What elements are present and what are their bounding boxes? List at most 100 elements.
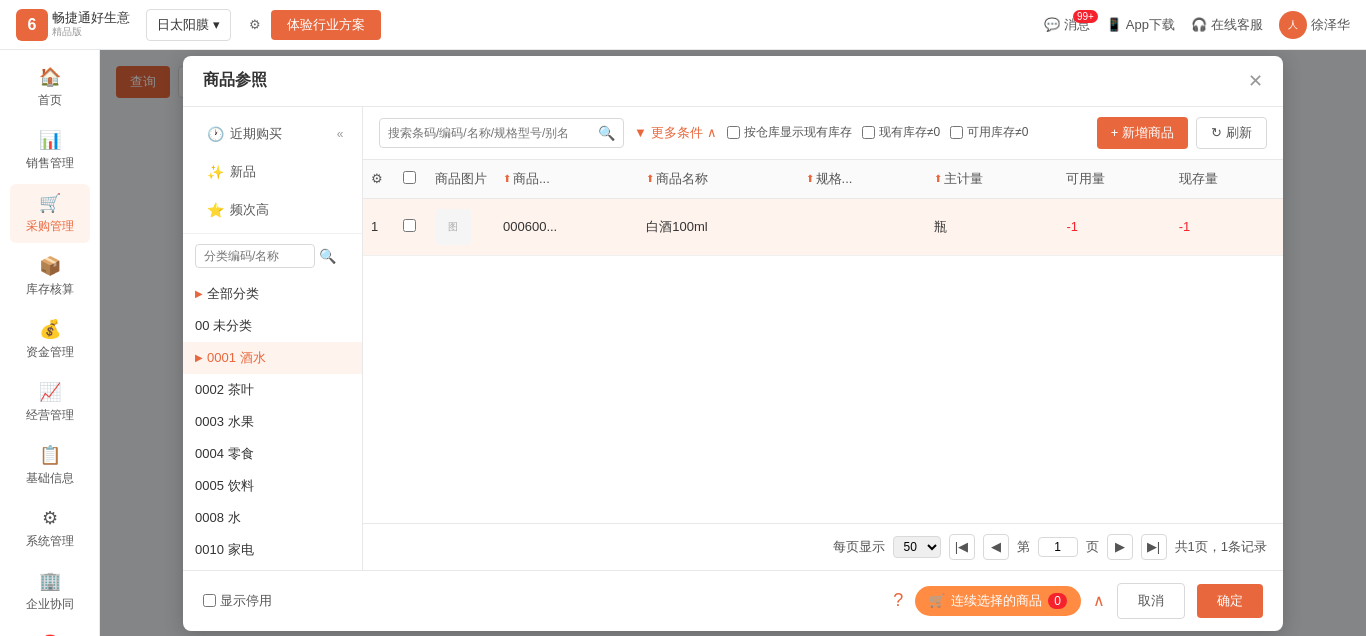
cat-item-0004[interactable]: 0004 零食 [183, 438, 362, 470]
check-nonzero-inventory[interactable]: 现有库存≠0 [862, 124, 940, 141]
experience-btn[interactable]: 体验行业方案 [271, 10, 381, 40]
left-panel: 🕐 近期购买 « ✨ 新品 ⭐ 频次高 [183, 107, 363, 570]
toolbar-right: + 新增商品 ↻ 刷新 [1097, 117, 1267, 149]
cat-item-0003[interactable]: 0003 水果 [183, 406, 362, 438]
product-table: ⚙ 商品图片 [363, 160, 1283, 256]
quick-new[interactable]: ✨ 新品 [195, 157, 350, 187]
sidebar-label-enterprise: 企业协同 [26, 596, 74, 613]
category-list: ▶ 全部分类 00 未分类 ▶ 0001 酒水 0002 茶 [183, 274, 362, 570]
sort-icon: ⬆ [503, 173, 511, 184]
show-disabled-label[interactable]: 显示停用 [203, 592, 272, 610]
cancel-btn[interactable]: 取消 [1117, 583, 1185, 619]
sidebar-item-sales[interactable]: 📊 销售管理 [10, 121, 90, 180]
quick-frequent[interactable]: ⭐ 频次高 [195, 195, 350, 225]
row-available: -1 [1058, 198, 1170, 255]
settings-icon[interactable]: ⚙ [239, 9, 271, 41]
gear-icon[interactable]: ⚙ [371, 171, 383, 186]
table-toolbar: 🔍 ▼ 更多条件 ∧ 按仓库显示现有库存 [363, 107, 1283, 160]
sidebar-item-home[interactable]: 🏠 首页 [10, 58, 90, 117]
sidebar-item-operations[interactable]: 📈 经营管理 [10, 373, 90, 432]
modal-title: 商品参照 [203, 70, 267, 91]
check-show-inventory[interactable]: 按仓库显示现有库存 [727, 124, 852, 141]
cat-item-0001[interactable]: ▶ 0001 酒水 [183, 342, 362, 374]
per-page-select[interactable]: 50 [893, 536, 941, 558]
add-product-btn[interactable]: + 新增商品 [1097, 117, 1188, 149]
sidebar-label-basic-info: 基础信息 [26, 470, 74, 487]
modal-overlay: 商品参照 ✕ 🕐 近期购买 « [100, 50, 1366, 636]
confirm-btn[interactable]: 确定 [1197, 584, 1263, 618]
cat-item-0005[interactable]: 0005 饮料 [183, 470, 362, 502]
sidebar-item-finance[interactable]: 💰 资金管理 [10, 310, 90, 369]
purchase-icon: 🛒 [39, 192, 61, 214]
product-search-input[interactable] [380, 126, 590, 140]
select-all-checkbox[interactable] [403, 171, 416, 184]
sidebar-item-enterprise[interactable]: 🏢 企业协同 [10, 562, 90, 621]
refresh-btn[interactable]: ↻ 刷新 [1196, 117, 1267, 149]
quick-recent[interactable]: 🕐 近期购买 [195, 119, 294, 149]
chevron-down-icon: ▾ [213, 17, 220, 32]
cat-item-0002[interactable]: 0002 茶叶 [183, 374, 362, 406]
filter-btn[interactable]: ▼ 更多条件 ∧ [634, 124, 717, 142]
cart-btn[interactable]: 🛒 连续选择的商品 0 [915, 586, 1081, 616]
cat-item-0010[interactable]: 0010 家电 [183, 534, 362, 566]
sort-icon4: ⬆ [934, 173, 942, 184]
checkbox-nonzero-inventory[interactable] [862, 126, 875, 139]
sidebar-label-operations: 经营管理 [26, 407, 74, 424]
cat-item-0008[interactable]: 0008 水 [183, 502, 362, 534]
brand-name: 畅捷通好生意 [52, 10, 130, 26]
th-gear: ⚙ [363, 160, 395, 199]
checkbox-available-nonzero[interactable] [950, 126, 963, 139]
main-content: 查询 设置 刷新 商品参照 ✕ [100, 50, 1366, 636]
show-disabled-checkbox[interactable] [203, 594, 216, 607]
system-icon: ⚙ [42, 507, 58, 529]
sidebar: 🏠 首页 📊 销售管理 🛒 采购管理 📦 库存核算 💰 资金管理 📈 经营管理 … [0, 50, 100, 636]
cat-arrow-all: ▶ [195, 288, 203, 299]
prev-page-btn[interactable]: ◀ [983, 534, 1009, 560]
left-panel-header: 🕐 近期购买 « ✨ 新品 ⭐ 频次高 [183, 107, 362, 229]
sidebar-item-inventory[interactable]: 📦 库存核算 [10, 247, 90, 306]
clock-icon: 🕐 [207, 126, 224, 142]
row-unit: 瓶 [926, 198, 1059, 255]
product-image: 图 [435, 209, 471, 245]
category-search-input[interactable] [195, 244, 315, 268]
message-item[interactable]: 💬 消息 99+ [1044, 16, 1090, 34]
star-icon: ⭐ [207, 202, 224, 218]
th-stock: 现存量 [1171, 160, 1283, 199]
page-input[interactable] [1038, 537, 1078, 557]
cat-item-00[interactable]: 00 未分类 [183, 310, 362, 342]
brand-icon: 6 [16, 9, 48, 41]
th-checkbox [395, 160, 427, 199]
checkbox-show-inventory[interactable] [727, 126, 740, 139]
refresh-label: 刷新 [1226, 124, 1252, 142]
last-page-btn[interactable]: ▶| [1141, 534, 1167, 560]
nav-selector[interactable]: 日太阳膜 ▾ [146, 9, 231, 41]
modal-footer: 显示停用 ? 🛒 连续选择的商品 0 ∧ 取消 确定 [183, 570, 1283, 631]
online-service-item[interactable]: 🎧 在线客服 [1191, 16, 1263, 34]
modal-close-button[interactable]: ✕ [1248, 70, 1263, 92]
cart-count: 0 [1048, 593, 1067, 609]
chevron-up-icon: ∧ [707, 125, 717, 140]
check-available-nonzero[interactable]: 可用库存≠0 [950, 124, 1028, 141]
selector-label: 日太阳膜 [157, 16, 209, 34]
sidebar-item-purchase[interactable]: 🛒 采购管理 [10, 184, 90, 243]
next-page-btn[interactable]: ▶ [1107, 534, 1133, 560]
top-nav: 6 畅捷通好生意 精品版 日太阳膜 ▾ ⚙ 体验行业方案 💬 消息 99+ 📱 … [0, 0, 1366, 50]
sidebar-item-system[interactable]: ⚙ 系统管理 [10, 499, 90, 558]
collapse-left-btn[interactable]: « [330, 124, 350, 144]
message-badge: 99+ [1073, 10, 1098, 23]
help-icon[interactable]: ? [893, 590, 903, 611]
product-search-btn[interactable]: 🔍 [590, 125, 623, 141]
first-page-btn[interactable]: |◀ [949, 534, 975, 560]
cart-icon: 🛒 [929, 593, 945, 608]
row-spec [798, 198, 926, 255]
mobile-icon: 📱 [1106, 17, 1122, 32]
cat-item-all[interactable]: ▶ 全部分类 [183, 278, 362, 310]
collapse-cart-icon[interactable]: ∧ [1093, 591, 1105, 610]
sidebar-item-guide[interactable]: 🎯 新手引导 [10, 625, 90, 636]
row-checkbox[interactable] [403, 219, 416, 232]
app-download-item[interactable]: 📱 App下载 [1106, 16, 1175, 34]
table-row[interactable]: 1 图 [363, 198, 1283, 255]
sidebar-item-basic-info[interactable]: 📋 基础信息 [10, 436, 90, 495]
category-search-icon[interactable]: 🔍 [319, 248, 336, 264]
user-item[interactable]: 人 徐泽华 [1279, 11, 1350, 39]
